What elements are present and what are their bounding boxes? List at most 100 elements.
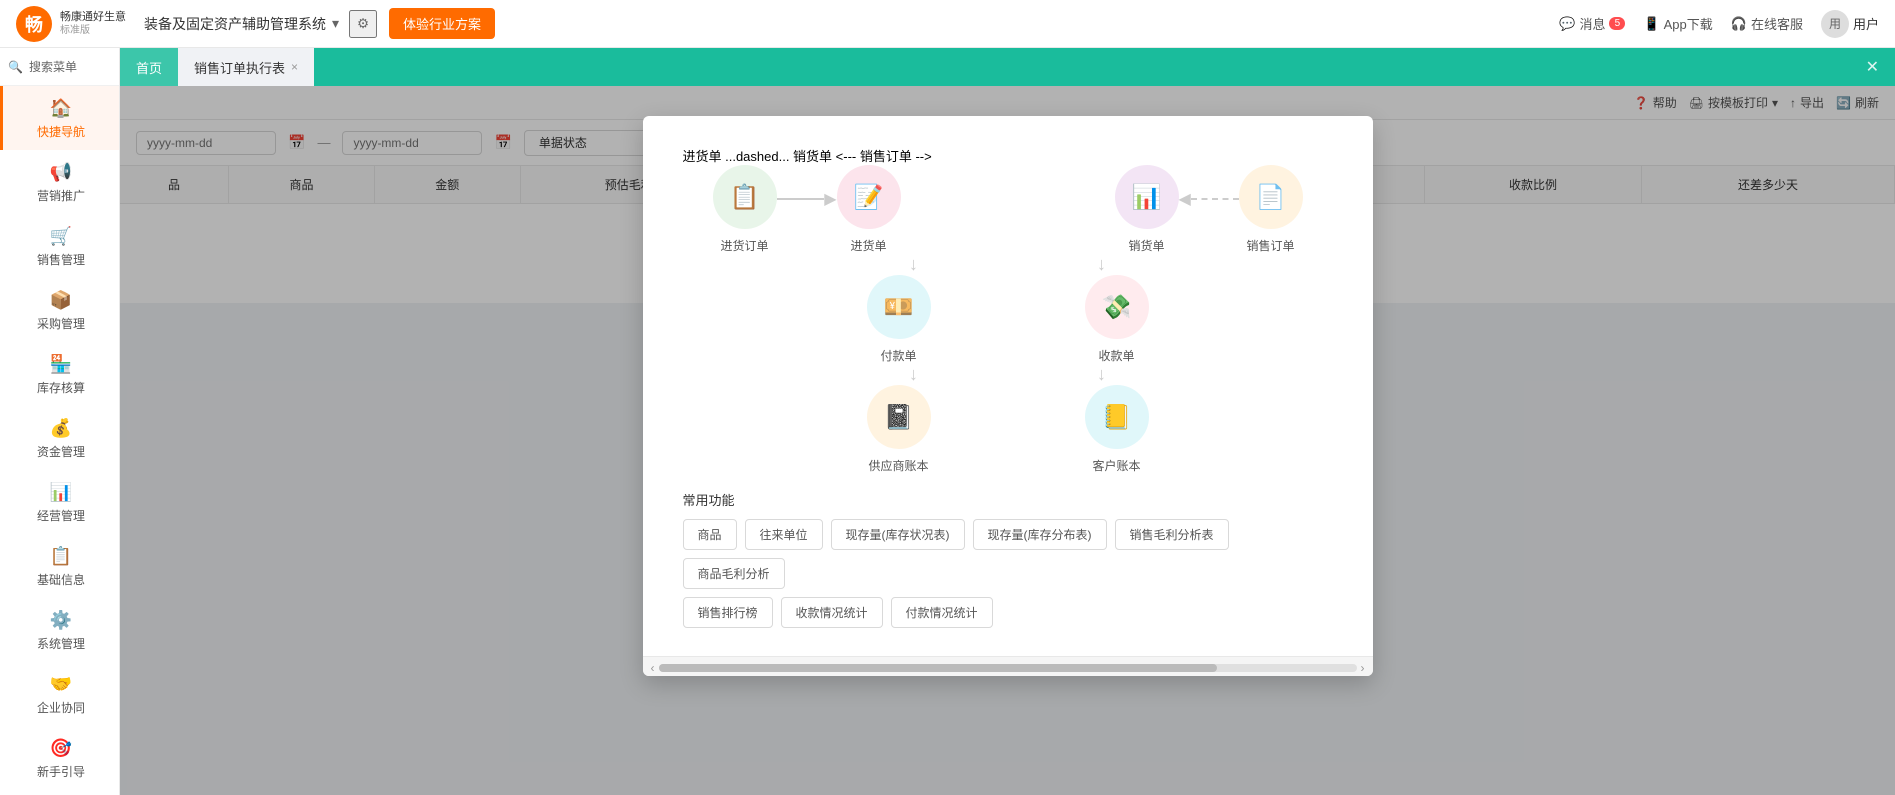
sidebar-item-newbie[interactable]: 🎯 新手引导 xyxy=(0,726,119,790)
system-dropdown-btn[interactable]: ▾ xyxy=(332,15,339,32)
logo-area: 畅 畅康通好生意 标准版 xyxy=(16,6,136,42)
tab-home-label: 首页 xyxy=(136,58,162,77)
receipt-bill-circle: 💸 xyxy=(1085,275,1149,339)
search-menu-label: 搜索菜单 xyxy=(29,58,77,75)
user-item[interactable]: 用 用户 xyxy=(1821,10,1879,38)
customer-ledger-label: 客户账本 xyxy=(1092,457,1140,474)
receipt-bill-node[interactable]: 💸 收款单 xyxy=(1085,275,1149,364)
sidebar-item-system[interactable]: ⚙️ 系统管理 xyxy=(0,598,119,662)
supplier-ledger-circle: 📓 xyxy=(867,385,931,449)
settings-button[interactable]: ⚙ xyxy=(349,10,377,38)
search-menu[interactable]: 🔍 搜索菜单 xyxy=(0,48,119,86)
tab-sales-order-label: 销售订单执行表 xyxy=(194,58,285,77)
tab-sales-order[interactable]: 销售订单执行表 × xyxy=(178,48,314,86)
func-btn-counterparty[interactable]: 往来单位 xyxy=(745,519,823,550)
top-header: 畅 畅康通好生意 标准版 装备及固定资产辅助管理系统 ▾ ⚙ 体验行业方案 💬 … xyxy=(0,0,1895,48)
main-layout: 🔍 搜索菜单 🏠 快捷导航 📢 营销推广 🛒 销售管理 📦 采购管理 🏪 库存核… xyxy=(0,48,1895,795)
sidebar-label-purchase: 采购管理 xyxy=(37,315,85,332)
customer-ledger-node[interactable]: 📒 客户账本 xyxy=(1085,385,1149,474)
scroll-left-btn[interactable]: ‹ xyxy=(651,661,655,675)
sidebar-label-system: 系统管理 xyxy=(37,635,85,652)
scroll-right-btn[interactable]: › xyxy=(1361,661,1365,675)
payment-bill-node[interactable]: 💴 付款单 xyxy=(867,275,931,364)
supplier-ledger-node[interactable]: 📓 供应商账本 xyxy=(867,385,931,474)
common-func-title: 常用功能 xyxy=(683,490,1333,509)
func-btn-sales-margin[interactable]: 销售毛利分析表 xyxy=(1115,519,1229,550)
content-area: 首页 销售订单执行表 × ✕ ❓ 帮助 🖨 按模板打印 ▾ xyxy=(120,48,1895,795)
sidebar-item-sales[interactable]: 🛒 销售管理 xyxy=(0,214,119,278)
sidebar-item-operations[interactable]: 📊 经营管理 xyxy=(0,470,119,534)
newbie-icon: 🎯 xyxy=(50,738,72,759)
sidebar-label-inventory: 库存核算 xyxy=(37,379,85,396)
sidebar-label-operations: 经营管理 xyxy=(37,507,85,524)
sidebar-label-sales: 销售管理 xyxy=(37,251,85,268)
sidebar-label-marketing: 营销推广 xyxy=(37,187,85,204)
online-service-label: 在线客服 xyxy=(1751,14,1803,33)
func-btn-stock-dist[interactable]: 现存量(库存分布表) xyxy=(973,519,1107,550)
customer-ledger-circle: 📒 xyxy=(1085,385,1149,449)
sales-bill-label: 销货单 xyxy=(1128,237,1164,254)
tab-close-icon[interactable]: × xyxy=(291,60,298,74)
sidebar-label-finance: 资金管理 xyxy=(37,443,85,460)
func-btn-product-margin[interactable]: 商品毛利分析 xyxy=(683,558,785,589)
sidebar-item-enterprise[interactable]: 🤝 企业协同 xyxy=(0,662,119,726)
func-btn-product[interactable]: 商品 xyxy=(683,519,737,550)
purchase-bill-label: 进货单 xyxy=(850,237,886,254)
sales-bill-node[interactable]: 📊 销货单 xyxy=(1115,165,1179,254)
scrollbar-thumb xyxy=(659,664,1217,672)
user-name: 用户 xyxy=(1853,14,1879,33)
modal-overlay[interactable]: 进货单 ...dashed... 销货单 <--- 销售订单 --> 📋 进货订… xyxy=(120,86,1895,795)
system-title: 装备及固定资产辅助管理系统 ▾ xyxy=(144,14,339,34)
sidebar-item-quick-nav[interactable]: 🏠 快捷导航 xyxy=(0,86,119,150)
sidebar-label-newbie: 新手引导 xyxy=(37,763,85,780)
func-btns-row2: 销售排行榜 收款情况统计 付款情况统计 xyxy=(683,597,1333,628)
modal-box: 进货单 ...dashed... 销货单 <--- 销售订单 --> 📋 进货订… xyxy=(643,116,1373,676)
func-btn-receipt-stats[interactable]: 收款情况统计 xyxy=(781,597,883,628)
search-icon: 🔍 xyxy=(8,60,23,74)
sales-bill-circle: 📊 xyxy=(1115,165,1179,229)
sidebar-item-inventory[interactable]: 🏪 库存核算 xyxy=(0,342,119,406)
sales-order-flow-node[interactable]: 📄 销售订单 xyxy=(1239,165,1303,254)
tab-home[interactable]: 首页 xyxy=(120,48,178,86)
func-btn-payment-stats[interactable]: 付款情况统计 xyxy=(891,597,993,628)
system-icon: ⚙️ xyxy=(50,610,72,631)
purchase-bill-node[interactable]: 📝 进货单 xyxy=(837,165,901,254)
sidebar-item-basic-info[interactable]: 📋 基础信息 xyxy=(0,534,119,598)
purchase-icon: 📦 xyxy=(50,290,72,311)
download-icon: 📱 xyxy=(1643,16,1659,32)
message-label: 消息 xyxy=(1579,14,1605,33)
message-item[interactable]: 💬 消息 5 xyxy=(1559,14,1625,33)
page-content: ❓ 帮助 🖨 按模板打印 ▾ ↑ 导出 🔄 刷新 xyxy=(120,86,1895,795)
purchase-order-label: 进货订单 xyxy=(720,237,768,254)
func-btn-stock-status[interactable]: 现存量(库存状况表) xyxy=(831,519,965,550)
marketing-icon: 📢 xyxy=(50,162,72,183)
operations-icon: 📊 xyxy=(50,482,72,503)
sidebar-item-marketing[interactable]: 📢 营销推广 xyxy=(0,150,119,214)
finance-icon: 💰 xyxy=(50,418,72,439)
headset-icon: 🎧 xyxy=(1731,16,1747,32)
basic-info-icon: 📋 xyxy=(50,546,72,567)
close-all-tabs-button[interactable]: ✕ xyxy=(1858,55,1887,80)
modal-content: 进货单 ...dashed... 销货单 <--- 销售订单 --> 📋 进货订… xyxy=(643,116,1373,656)
app-download-label: App下载 xyxy=(1664,14,1713,33)
enterprise-icon: 🤝 xyxy=(50,674,72,695)
sidebar-item-finance[interactable]: 💰 资金管理 xyxy=(0,406,119,470)
home-icon: 🏠 xyxy=(50,98,72,119)
purchase-bill-circle: 📝 xyxy=(837,165,901,229)
sidebar-item-purchase[interactable]: 📦 采购管理 xyxy=(0,278,119,342)
sidebar-label-basic-info: 基础信息 xyxy=(37,571,85,588)
trial-button[interactable]: 体验行业方案 xyxy=(389,8,495,39)
online-service-item[interactable]: 🎧 在线客服 xyxy=(1731,14,1803,33)
logo-text: 畅康通好生意 标准版 xyxy=(60,10,126,37)
tab-bar-right: ✕ xyxy=(1858,57,1895,77)
func-btn-sales-rank[interactable]: 销售排行榜 xyxy=(683,597,773,628)
purchase-order-node[interactable]: 📋 进货订单 xyxy=(713,165,777,254)
inventory-icon: 🏪 xyxy=(50,354,72,375)
sales-order-flow-label: 销售订单 xyxy=(1246,237,1294,254)
app-download-item[interactable]: 📱 App下载 xyxy=(1643,14,1712,33)
avatar: 用 xyxy=(1821,10,1849,38)
scrollbar-track[interactable] xyxy=(659,664,1357,672)
sales-icon: 🛒 xyxy=(50,226,72,247)
modal-scrollbar: ‹ › xyxy=(643,656,1373,676)
supplier-ledger-label: 供应商账本 xyxy=(868,457,928,474)
